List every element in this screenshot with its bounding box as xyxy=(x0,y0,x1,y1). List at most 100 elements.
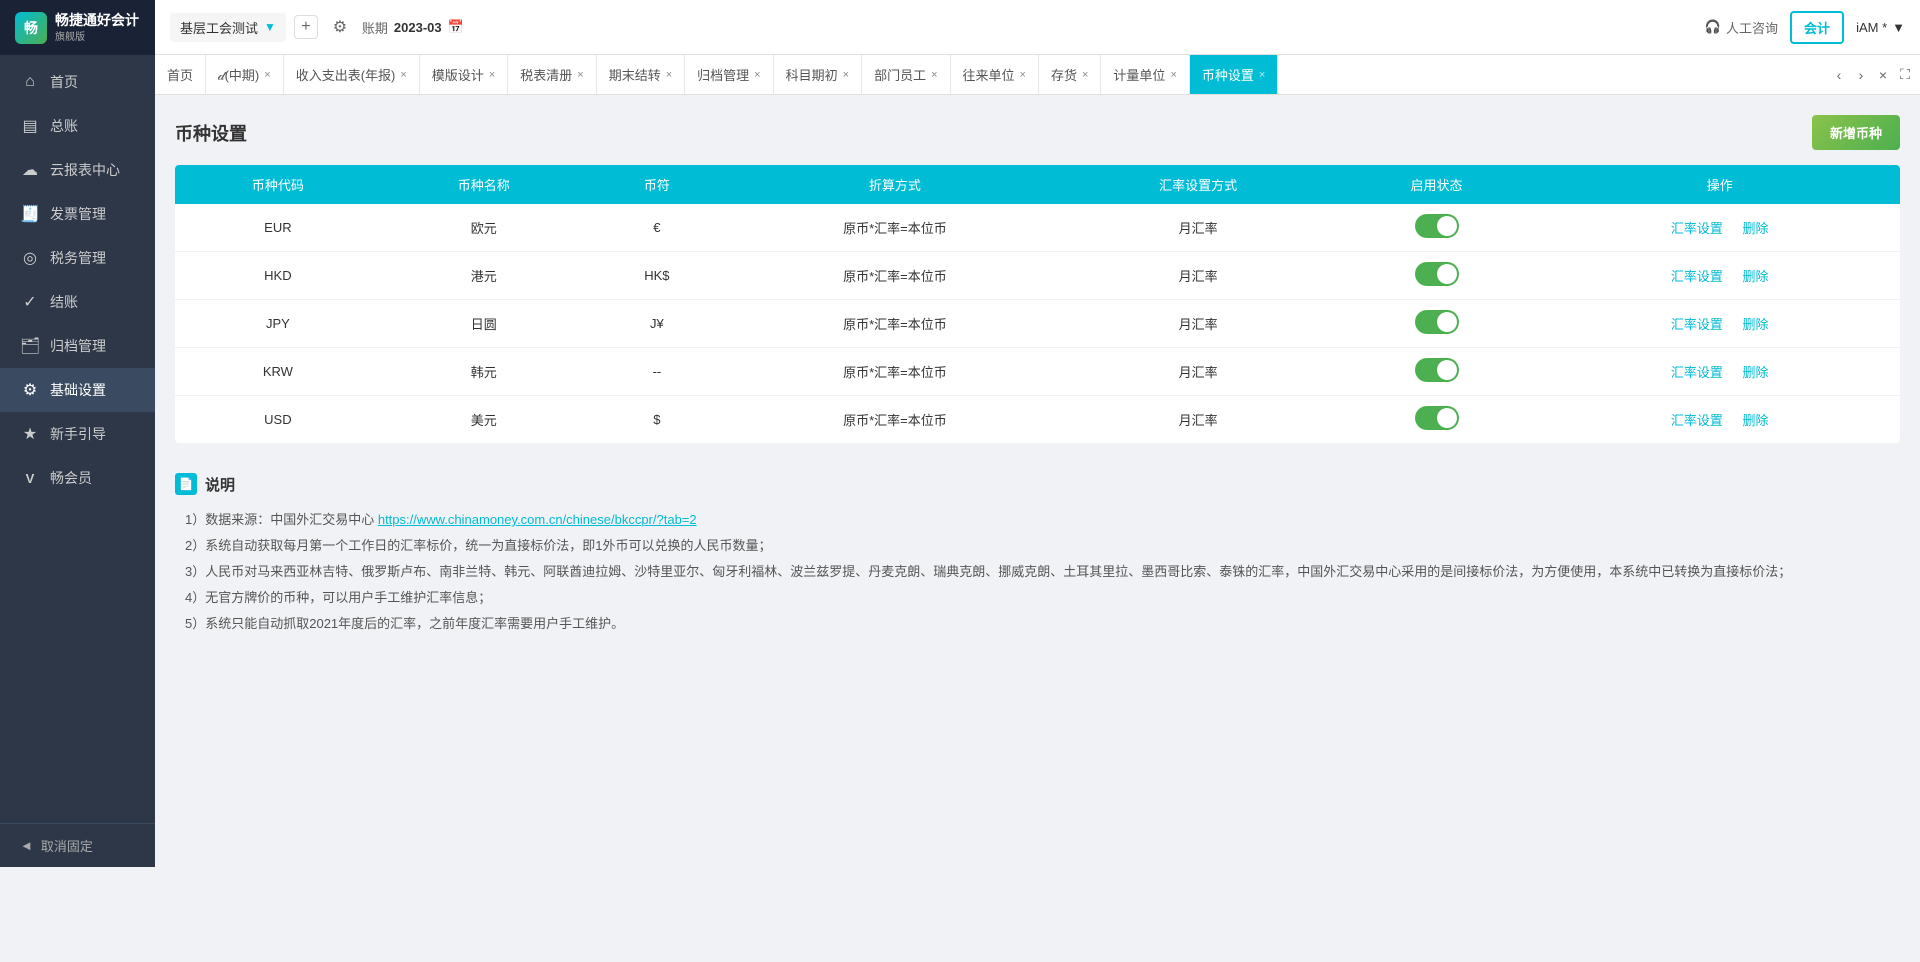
cell-status[interactable] xyxy=(1334,204,1540,252)
tab-close-icon[interactable]: × xyxy=(1259,69,1265,81)
tab-close-icon[interactable]: × xyxy=(400,69,406,81)
new-currency-btn[interactable]: 新增币种 xyxy=(1812,115,1900,150)
tab-label: 𝒹(中期) xyxy=(218,65,259,84)
sidebar-nav: ⌂ 首页 ▤ 总账 ☁ 云报表中心 🧾 发票管理 ◎ 税务管理 ✓ 结账 🗂 归… xyxy=(0,55,155,500)
col-name: 币种名称 xyxy=(381,165,587,204)
tab-home[interactable]: 首页 xyxy=(155,55,206,95)
sidebar-item-settlement[interactable]: ✓ 结账 xyxy=(0,280,155,324)
tab-label: 收入支出表(年报) xyxy=(296,65,396,84)
col-status: 启用状态 xyxy=(1334,165,1540,204)
workspace-settings-btn[interactable]: ⚙ xyxy=(326,13,354,41)
tab-period-end[interactable]: 期末结转 × xyxy=(597,55,685,95)
period-value: 2023-03 xyxy=(394,20,442,35)
sidebar-pin-btn[interactable]: ◄ 取消固定 xyxy=(0,823,155,867)
status-toggle[interactable] xyxy=(1415,406,1459,430)
tab-close-icon[interactable]: × xyxy=(577,69,583,81)
sidebar-item-basic[interactable]: ⚙ 基础设置 xyxy=(0,368,155,412)
sidebar-item-guide[interactable]: ★ 新手引导 xyxy=(0,412,155,456)
tab-partners[interactable]: 往来单位 × xyxy=(951,55,1039,95)
sidebar-item-ledger[interactable]: ▤ 总账 xyxy=(0,104,155,148)
add-workspace-btn[interactable]: + xyxy=(294,15,318,39)
status-toggle[interactable] xyxy=(1415,358,1459,382)
tab-inventory[interactable]: 存货 × xyxy=(1039,55,1101,95)
tab-close-icon[interactable]: × xyxy=(1170,69,1176,81)
rate-settings-link[interactable]: 汇率设置 xyxy=(1671,317,1723,332)
cell-status[interactable] xyxy=(1334,252,1540,300)
cell-status[interactable] xyxy=(1334,300,1540,348)
rate-settings-link[interactable]: 汇率设置 xyxy=(1671,365,1723,380)
cell-status[interactable] xyxy=(1334,348,1540,396)
cell-actions: 汇率设置 删除 xyxy=(1539,348,1900,396)
header: 基层工会测试 ▼ + ⚙ 账期 2023-03 📅 🎧 人工咨询 会计 iAM … xyxy=(155,0,1920,55)
notes-item: 1）数据来源：中国外汇交易中心 https://www.chinamoney.c… xyxy=(175,507,1900,533)
tab-close-icon[interactable]: × xyxy=(264,69,270,81)
status-toggle[interactable] xyxy=(1415,262,1459,286)
tab-close-icon[interactable]: × xyxy=(754,69,760,81)
tab-template[interactable]: 模版设计 × xyxy=(420,55,508,95)
tab-units[interactable]: 计量单位 × xyxy=(1101,55,1189,95)
table-row: HKD 港元 HK$ 原币*汇率=本位币 月汇率 汇率设置 删除 xyxy=(175,252,1900,300)
tab-prev-btn[interactable]: ‹ xyxy=(1829,65,1849,85)
sidebar-item-invoice[interactable]: 🧾 发票管理 xyxy=(0,192,155,236)
tab-label: 存货 xyxy=(1051,65,1077,84)
sidebar-pin-label: 取消固定 xyxy=(41,836,93,855)
account-type-btn[interactable]: 会计 xyxy=(1790,11,1844,44)
tab-close-icon[interactable]: × xyxy=(843,69,849,81)
tab-fullscreen-btn[interactable]: ⛶ xyxy=(1895,65,1915,85)
tab-close-icon[interactable]: × xyxy=(489,69,495,81)
cell-symbol: € xyxy=(587,204,728,252)
cell-actions: 汇率设置 删除 xyxy=(1539,204,1900,252)
cell-actions: 汇率设置 删除 xyxy=(1539,300,1900,348)
delete-link[interactable]: 删除 xyxy=(1743,413,1769,428)
period-display: 账期 2023-03 📅 xyxy=(362,18,464,37)
tab-close-icon[interactable]: × xyxy=(1020,69,1026,81)
delete-link[interactable]: 删除 xyxy=(1743,317,1769,332)
tab-close-all-btn[interactable]: × xyxy=(1873,65,1893,85)
tab-dept[interactable]: 部门员工 × xyxy=(862,55,950,95)
status-toggle[interactable] xyxy=(1415,310,1459,334)
user-menu[interactable]: iAM * ▼ xyxy=(1856,20,1905,35)
delete-link[interactable]: 删除 xyxy=(1743,221,1769,236)
sidebar-item-member[interactable]: V 畅会员 xyxy=(0,456,155,500)
workspace-selector[interactable]: 基层工会测试 ▼ xyxy=(170,13,286,42)
tab-archive[interactable]: 归档管理 × xyxy=(685,55,773,95)
tab-income[interactable]: 收入支出表(年报) × xyxy=(284,55,420,95)
sidebar-item-reports[interactable]: ☁ 云报表中心 xyxy=(0,148,155,192)
app-logo: 畅 畅捷通好会计 旗舰版 xyxy=(0,0,155,55)
rate-settings-link[interactable]: 汇率设置 xyxy=(1671,269,1723,284)
status-toggle[interactable] xyxy=(1415,214,1459,238)
cell-status[interactable] xyxy=(1334,396,1540,444)
sidebar-item-label: 归档管理 xyxy=(50,336,106,356)
cloud-icon: ☁ xyxy=(20,160,40,180)
sidebar-item-tax[interactable]: ◎ 税务管理 xyxy=(0,236,155,280)
user-label: iAM * xyxy=(1856,20,1887,35)
tab-close-icon[interactable]: × xyxy=(1082,69,1088,81)
sidebar-item-archive[interactable]: 🗂 归档管理 xyxy=(0,324,155,368)
tab-tax[interactable]: 税表清册 × xyxy=(508,55,596,95)
cell-method: 原币*汇率=本位币 xyxy=(727,252,1062,300)
tab-next-btn[interactable]: › xyxy=(1851,65,1871,85)
delete-link[interactable]: 删除 xyxy=(1743,365,1769,380)
tab-close-icon[interactable]: × xyxy=(931,69,937,81)
cell-code: KRW xyxy=(175,348,381,396)
tab-accounts[interactable]: 科目期初 × xyxy=(774,55,862,95)
tab-close-icon[interactable]: × xyxy=(666,69,672,81)
logo-icon: 畅 xyxy=(15,12,47,44)
workspace-name: 基层工会测试 xyxy=(180,18,258,37)
consult-btn[interactable]: 🎧 人工咨询 xyxy=(1705,18,1778,37)
sidebar-item-home[interactable]: ⌂ 首页 xyxy=(0,60,155,104)
sidebar-item-label: 新手引导 xyxy=(50,424,106,444)
cell-rate-type: 月汇率 xyxy=(1063,300,1334,348)
delete-link[interactable]: 删除 xyxy=(1743,269,1769,284)
member-icon: V xyxy=(20,471,40,486)
rate-settings-link[interactable]: 汇率设置 xyxy=(1671,221,1723,236)
rate-settings-link[interactable]: 汇率设置 xyxy=(1671,413,1723,428)
tab-period[interactable]: 𝒹(中期) × xyxy=(206,55,284,95)
sidebar-item-label: 首页 xyxy=(50,72,78,92)
calendar-icon[interactable]: 📅 xyxy=(448,19,464,35)
cell-method: 原币*汇率=本位币 xyxy=(727,300,1062,348)
workspace-arrow-icon: ▼ xyxy=(264,20,276,34)
external-link[interactable]: https://www.chinamoney.com.cn/chinese/bk… xyxy=(378,512,697,527)
toggle-knob xyxy=(1437,264,1457,284)
tab-currency[interactable]: 币种设置 × xyxy=(1190,55,1278,95)
